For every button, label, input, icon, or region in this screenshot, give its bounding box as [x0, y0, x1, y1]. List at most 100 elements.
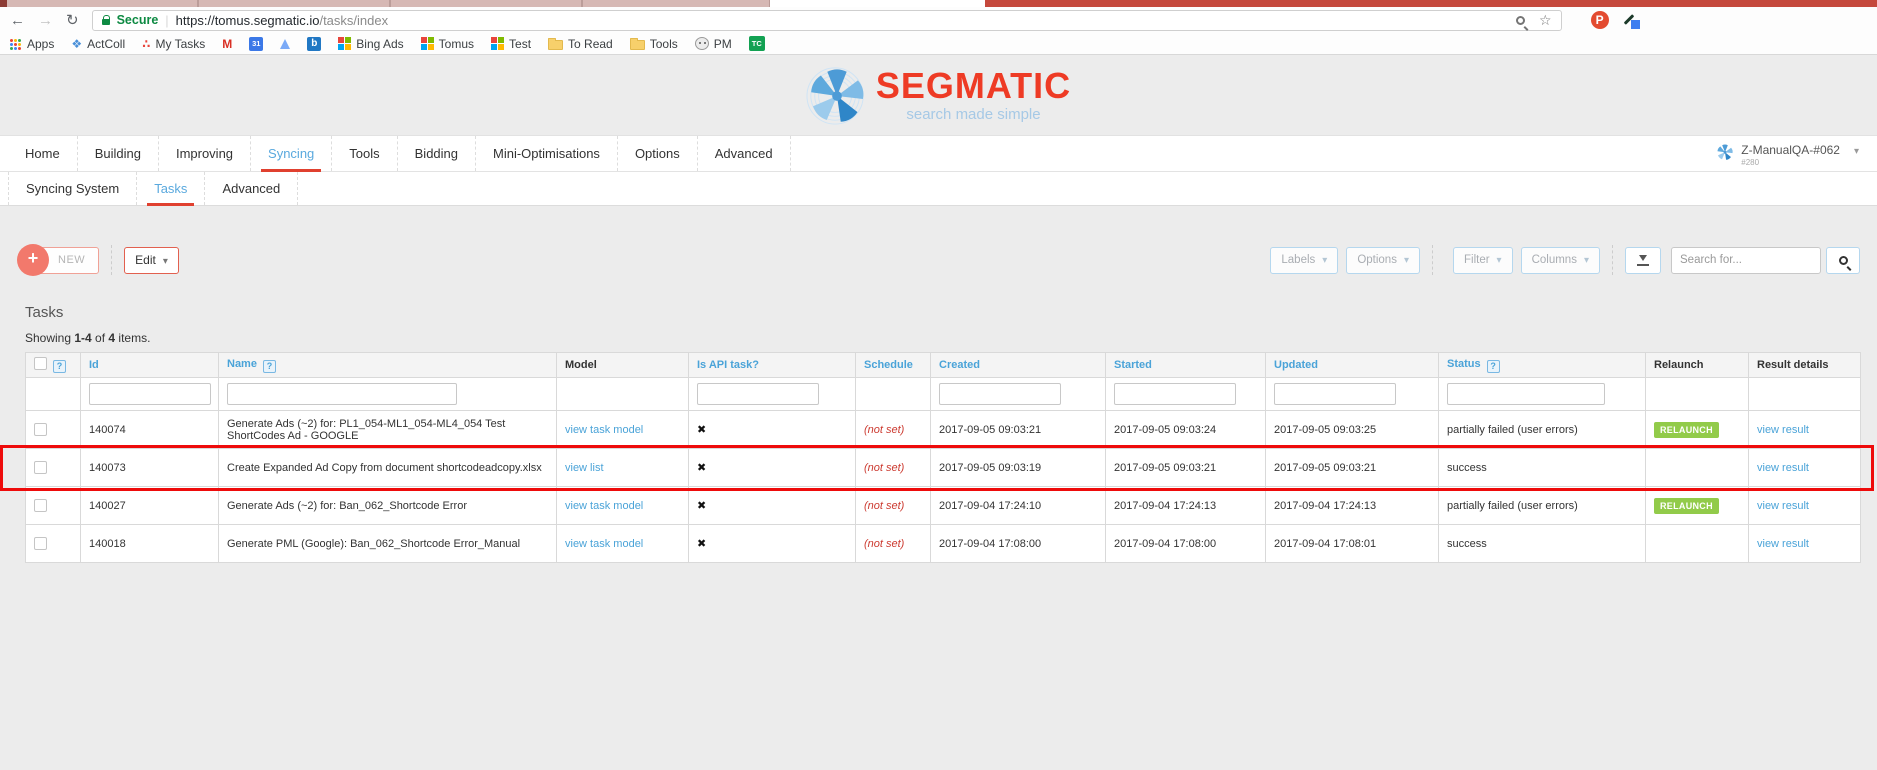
search-button[interactable] — [1826, 246, 1860, 274]
model-link[interactable]: view task model — [565, 500, 643, 512]
user-menu[interactable]: Z-ManualQA-#062 #280 — [1716, 143, 1859, 167]
search-input[interactable] — [1671, 246, 1821, 274]
row-checkbox[interactable] — [34, 461, 47, 474]
summary-range: 1-4 — [74, 331, 92, 345]
p-badge-icon[interactable]: P — [1590, 11, 1609, 29]
cell-relaunch: RELAUNCH — [1645, 410, 1749, 449]
back-icon[interactable]: ← — [10, 13, 25, 28]
tab-tools[interactable]: Tools — [332, 136, 398, 171]
bookmark-pm[interactable]: PM — [694, 37, 732, 51]
column-header-id: Id — [80, 352, 219, 378]
view-result-link[interactable]: view result — [1757, 500, 1809, 512]
subtab-advanced[interactable]: Advanced — [205, 172, 299, 205]
labels-dropdown-button[interactable]: Labels — [1270, 246, 1339, 274]
export-button[interactable] — [1625, 246, 1661, 274]
subtab-tasks[interactable]: Tasks — [137, 172, 206, 206]
not-set-label: (not set) — [864, 499, 905, 512]
chevron-down-icon — [1497, 254, 1502, 266]
model-link[interactable]: view task model — [565, 424, 643, 436]
column-header-status: Status? — [1438, 352, 1646, 378]
filter-input-api[interactable] — [697, 383, 819, 405]
tab-mini-optimisations[interactable]: Mini-Optimisations — [476, 136, 618, 171]
model-link[interactable]: view list — [565, 462, 604, 474]
cell-api: ✖ — [688, 448, 856, 487]
row-checkbox[interactable] — [34, 499, 47, 512]
column-label-id[interactable]: Id — [89, 359, 99, 371]
relaunch-button[interactable]: RELAUNCH — [1654, 497, 1719, 514]
tab-home[interactable]: Home — [8, 136, 78, 171]
columns-dropdown-button[interactable]: Columns — [1520, 246, 1600, 274]
bookmark-bing[interactable]: b — [307, 36, 322, 51]
subtab-syncing-system[interactable]: Syncing System — [8, 172, 138, 205]
view-result-link[interactable]: view result — [1757, 538, 1809, 550]
tab-advanced[interactable]: Advanced — [698, 136, 791, 171]
column-label-started[interactable]: Started — [1114, 359, 1152, 371]
bookmark-test[interactable]: Test — [491, 37, 531, 51]
filter-dropdown-button[interactable]: Filter — [1452, 246, 1513, 274]
chevron-down-icon — [1854, 143, 1859, 157]
table-filter-row — [25, 377, 1861, 411]
tab-improving[interactable]: Improving — [159, 136, 252, 171]
bookmark-tc-badge[interactable]: TC — [748, 36, 765, 51]
zoom-icon[interactable] — [1516, 15, 1526, 25]
column-label-schedule[interactable]: Schedule — [864, 359, 913, 371]
bookmark-to-read[interactable]: To Read — [548, 37, 613, 51]
row-checkbox[interactable] — [34, 537, 47, 550]
filter-input-created[interactable] — [939, 383, 1061, 405]
forward-icon[interactable]: → — [38, 13, 53, 28]
help-icon[interactable]: ? — [1486, 359, 1500, 373]
options-dropdown-button[interactable]: Options — [1346, 246, 1420, 274]
bookmark-tomus[interactable]: Tomus — [420, 36, 475, 51]
column-label-status[interactable]: Status — [1447, 358, 1481, 370]
filter-input-status[interactable] — [1447, 383, 1605, 405]
column-label-api[interactable]: Is API task? — [697, 359, 759, 371]
new-button[interactable]: NEW — [17, 243, 100, 276]
column-label-created[interactable]: Created — [939, 359, 980, 371]
edit-button[interactable]: Edit — [124, 246, 179, 274]
folder-icon — [629, 38, 645, 50]
bookmark-my-tasks[interactable]: My Tasks — [142, 37, 206, 51]
cell-updated: 2017-09-04 17:08:01 — [1265, 524, 1439, 563]
bookmark-star-icon[interactable]: ☆ — [1539, 13, 1552, 27]
view-result-link[interactable]: view result — [1757, 424, 1809, 436]
tab-syncing[interactable]: Syncing — [251, 136, 333, 172]
row-checkbox[interactable] — [34, 423, 47, 436]
tab-bidding[interactable]: Bidding — [398, 136, 477, 171]
model-link[interactable]: view task model — [565, 538, 643, 550]
bookmark-tools[interactable]: Tools — [629, 37, 678, 51]
cell-name: Generate Ads (~2) for: Ban_062_Shortcode… — [218, 486, 557, 525]
relaunch-button[interactable]: RELAUNCH — [1654, 421, 1719, 438]
help-icon[interactable]: ? — [53, 359, 66, 373]
pinwheel-logo-icon — [806, 67, 864, 125]
help-icon[interactable]: ? — [262, 359, 276, 373]
bookmark-analytics-triangle[interactable] — [280, 38, 291, 49]
filter-input-name[interactable] — [227, 383, 457, 405]
cell-updated: 2017-09-05 09:03:21 — [1265, 448, 1439, 487]
bookmark-label: Tomus — [438, 36, 475, 51]
cell-name: Create Expanded Ad Copy from document sh… — [218, 448, 557, 487]
view-result-link[interactable]: view result — [1757, 462, 1809, 474]
bookmark-actcoll[interactable]: ActColl — [71, 37, 125, 51]
column-label-updated[interactable]: Updated — [1274, 359, 1318, 371]
column-label-name[interactable]: Name — [227, 358, 257, 370]
eyedropper-icon[interactable] — [1623, 12, 1640, 29]
filter-input-started[interactable] — [1114, 383, 1236, 405]
bookmark-calendar[interactable]: 31 — [249, 36, 264, 51]
filter-input-updated[interactable] — [1274, 383, 1396, 405]
bookmark-label: Test — [509, 36, 532, 51]
cell-id: 140073 — [80, 448, 219, 487]
select-all-checkbox[interactable] — [34, 357, 47, 371]
address-separator: | — [165, 12, 169, 28]
tab-options[interactable]: Options — [618, 136, 698, 171]
chevron-down-icon — [1322, 254, 1327, 266]
bookmark-apps[interactable]: Apps — [10, 37, 54, 51]
address-bar[interactable]: Secure | https://tomus.segmatic.io/tasks… — [91, 9, 1562, 31]
filter-cell-status — [1438, 377, 1646, 411]
tab-building[interactable]: Building — [78, 136, 159, 171]
bookmark-gmail-m[interactable]: M — [222, 37, 232, 51]
bookmark-bing-ads[interactable]: Bing Ads — [338, 37, 404, 51]
reload-icon[interactable]: ↻ — [66, 13, 79, 28]
filter-input-id[interactable] — [89, 383, 211, 405]
inactive-tabs[interactable] — [7, 0, 770, 7]
logo[interactable]: SEGMATIC search made simple — [0, 55, 1877, 126]
